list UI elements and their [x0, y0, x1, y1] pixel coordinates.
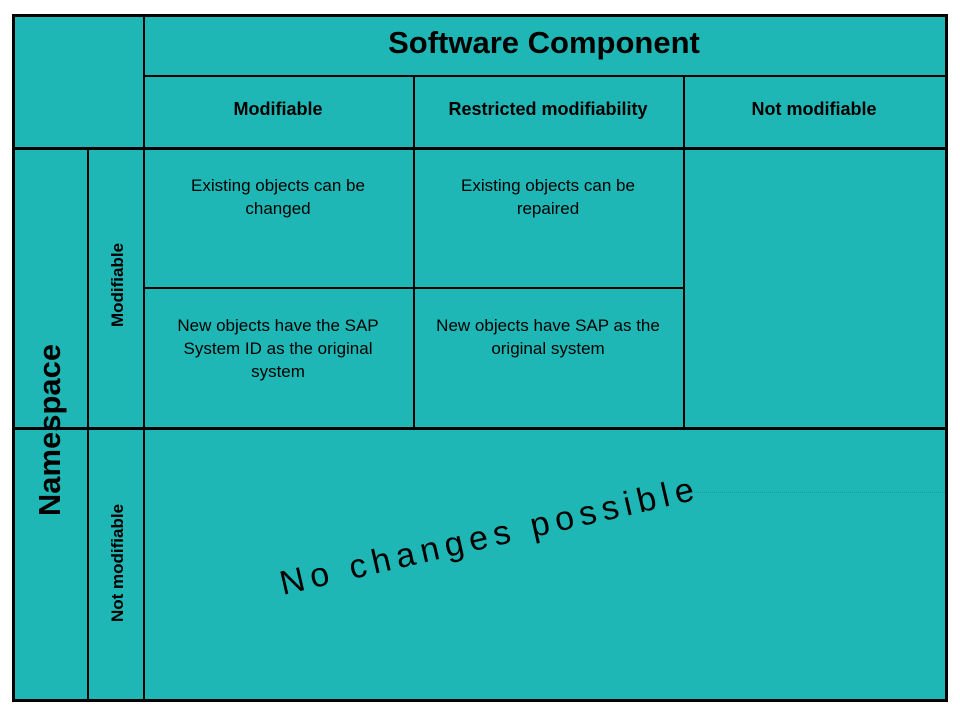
col-header-restricted: Restricted modifiability: [413, 99, 683, 120]
vline-body-2: [683, 147, 685, 427]
hline-col-title-bottom: [143, 75, 945, 77]
dotted-guide: [683, 492, 945, 493]
cell-mod-mod-bottom: New objects have the SAP System ID as th…: [163, 315, 393, 384]
col-axis-title: Software Component: [143, 25, 945, 61]
hline-body-mid: [143, 287, 683, 289]
row-header-notmod: Not modifiable: [108, 478, 128, 648]
col-header-notmod: Not modifiable: [683, 99, 945, 120]
diagram-frame: Software Component Modifiable Restricted…: [0, 0, 960, 720]
row-axis-title: Namespace: [32, 245, 68, 615]
overlay-no-changes: No changes possible: [276, 469, 703, 604]
col-header-modifiable: Modifiable: [143, 99, 413, 120]
hline-body-row-split: [15, 427, 945, 430]
row-header-modifiable: Modifiable: [108, 200, 128, 370]
cell-mod-mod-top: Existing objects can be changed: [163, 175, 393, 221]
matrix-grid: Software Component Modifiable Restricted…: [12, 14, 948, 702]
vline-row-axis-title: [87, 147, 89, 699]
cell-mod-rest-top: Existing objects can be repaired: [433, 175, 663, 221]
hline-body-top: [15, 147, 945, 150]
cell-mod-rest-bottom: New objects have SAP as the original sys…: [433, 315, 663, 361]
